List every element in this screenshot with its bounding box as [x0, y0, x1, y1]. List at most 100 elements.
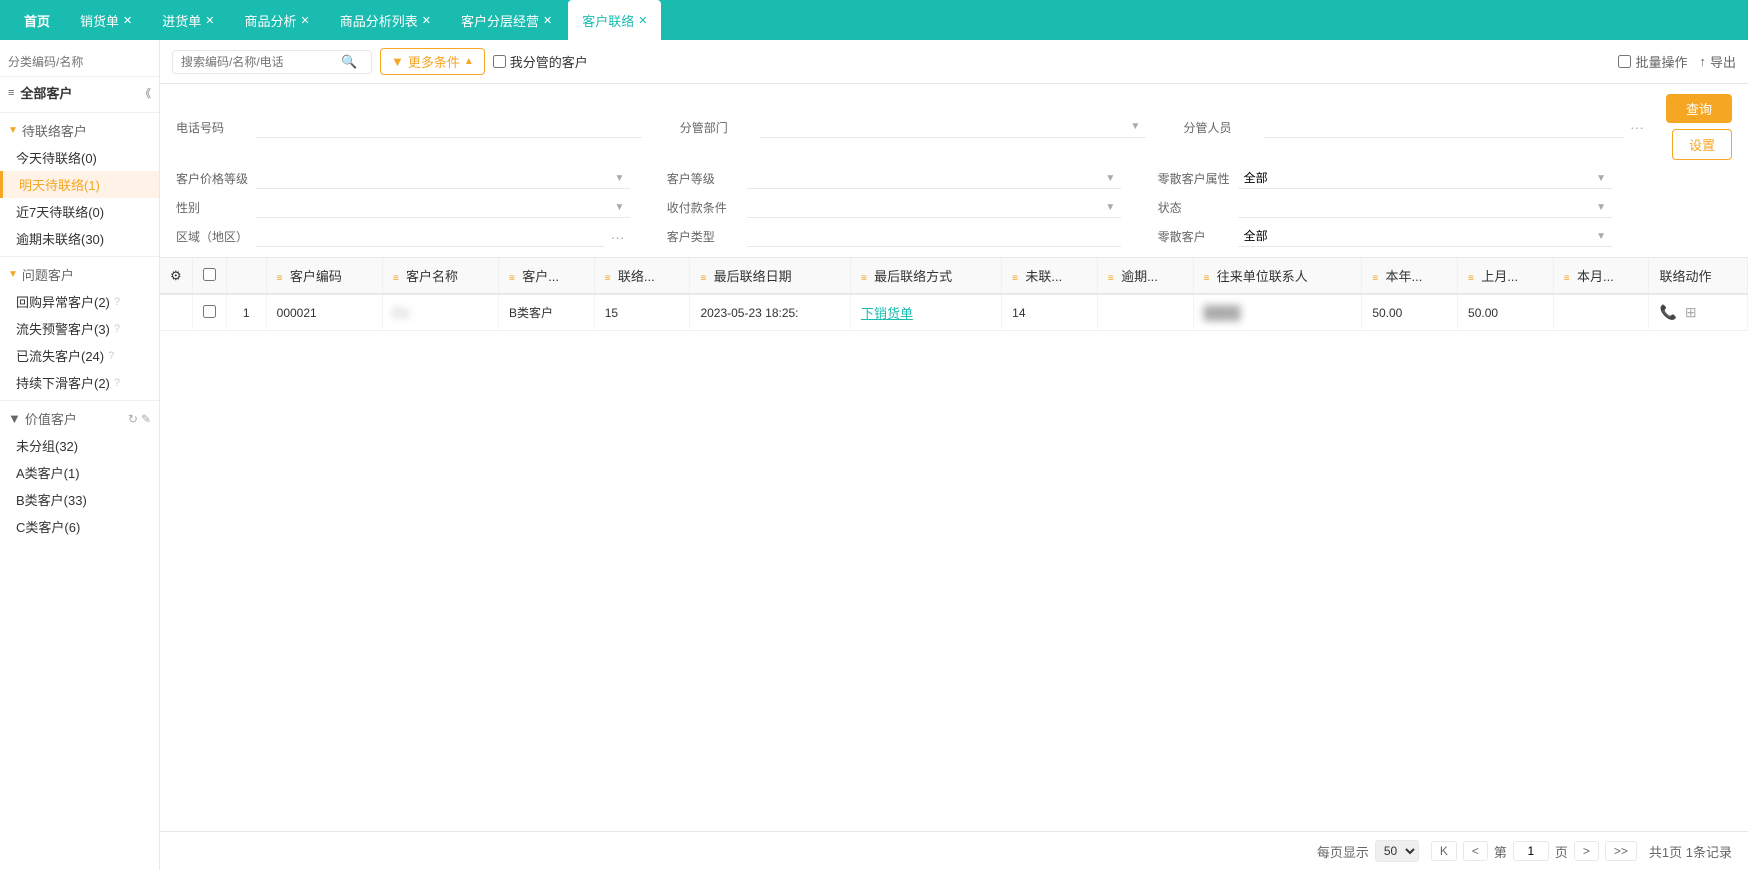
help-icon-2[interactable]: ? — [114, 323, 120, 335]
sidebar-item-churned[interactable]: 已流失客户(24) ? — [0, 342, 159, 369]
row-select-checkbox[interactable] — [203, 305, 216, 318]
filter-phone-input[interactable] — [256, 117, 642, 138]
next-page-btn[interactable]: > — [1574, 841, 1599, 861]
batch-op-btn[interactable]: 批量操作 — [1618, 52, 1687, 71]
page-number-input[interactable] — [1513, 841, 1549, 861]
filter-payment-select[interactable] — [747, 197, 1121, 217]
sidebar-collapse-arrow[interactable]: 《 — [140, 85, 151, 101]
td-row-overdue — [1097, 294, 1193, 331]
sidebar-item-tomorrow[interactable]: 明天待联络(1) — [0, 171, 159, 198]
sidebar-item-7days[interactable]: 近7天待联络(0) — [0, 198, 159, 225]
nav-purchase[interactable]: 进货单 ✕ — [148, 0, 228, 40]
filter-gender-select[interactable] — [256, 197, 630, 217]
filter-price-level-select[interactable] — [256, 168, 630, 188]
sort-this-year-icon: ≡ — [1372, 273, 1378, 284]
th-this-month[interactable]: ≡ 本月... — [1553, 258, 1649, 294]
problem-group-label: ▼ 问题客户 — [0, 261, 159, 288]
th-last-month[interactable]: ≡ 上月... — [1458, 258, 1554, 294]
td-row-uncontacted: 14 — [1002, 294, 1098, 331]
filter-up-icon: ▲ — [464, 56, 474, 67]
page-suffix: 页 — [1555, 842, 1568, 861]
divider-1 — [0, 112, 159, 113]
th-name[interactable]: ≡ 客户名称 — [382, 258, 498, 294]
filter-dept-select-wrap: ▼ — [760, 117, 1146, 138]
search-icon[interactable]: 🔍 — [341, 54, 357, 70]
refresh-icon[interactable]: ↻ — [128, 412, 138, 426]
my-customers-checkbox-label[interactable]: 我分管的客户 — [493, 52, 588, 71]
sidebar-item-today[interactable]: 今天待联络(0) — [0, 144, 159, 171]
filter-person: 分管人员 ··· — [1184, 117, 1650, 138]
help-icon-1[interactable]: ? — [114, 296, 120, 308]
help-icon-4[interactable]: ? — [114, 377, 120, 389]
filter-retail-customer-label: 零散客户 — [1158, 228, 1238, 245]
nav-sales[interactable]: 销货单 ✕ — [66, 0, 146, 40]
prev-page-btn[interactable]: < — [1463, 841, 1488, 861]
sidebar-item-overdue[interactable]: 逾期未联络(30) — [0, 225, 159, 252]
filter-status-select[interactable] — [1238, 197, 1612, 217]
sidebar-item-ungrouped[interactable]: 未分组(32) — [0, 432, 159, 459]
last-page-btn[interactable]: >> — [1605, 841, 1637, 861]
filter-person-more-icon[interactable]: ··· — [1624, 119, 1650, 135]
pagination: K < 第 页 > >> — [1431, 841, 1637, 861]
sidebar-item-class-a[interactable]: A类客户(1) — [0, 459, 159, 486]
filter-person-input[interactable] — [1264, 117, 1624, 138]
select-all-checkbox[interactable] — [203, 268, 216, 281]
sidebar-item-churn-warning[interactable]: 流失预警客户(3) ? — [0, 315, 159, 342]
nav-sales-close[interactable]: ✕ — [123, 14, 132, 27]
filter-retail-customer-select[interactable]: 全部 — [1238, 226, 1612, 246]
nav-customer-tier[interactable]: 客户分层经营 ✕ — [447, 0, 566, 40]
filter-region-input[interactable] — [256, 226, 604, 247]
th-overdue[interactable]: ≡ 逾期... — [1097, 258, 1193, 294]
all-customers-section[interactable]: ≡ 全部客户 《 — [0, 77, 159, 108]
help-icon-3[interactable]: ? — [108, 350, 114, 362]
filter-row-3: 性别 ▼ 收付款条件 ▼ 状态 — [176, 197, 1732, 218]
nav-goods-list[interactable]: 商品分析列表 ✕ — [326, 0, 445, 40]
edit-icon[interactable]: ✎ — [141, 412, 151, 426]
nav-goods-analysis-close[interactable]: ✕ — [301, 14, 310, 27]
data-table-container: ⚙ ≡ 客户编码 ≡ 客户名称 — [160, 258, 1748, 831]
reset-button[interactable]: 设置 — [1672, 129, 1732, 160]
nav-customer-contact-close[interactable]: ✕ — [638, 14, 647, 27]
nav-customer-tier-close[interactable]: ✕ — [543, 14, 552, 27]
filter-dept-select[interactable] — [760, 117, 1146, 137]
sidebar-search-input[interactable] — [8, 55, 160, 69]
filter-phone: 电话号码 — [176, 117, 642, 138]
th-contact-count[interactable]: ≡ 联络... — [594, 258, 690, 294]
sidebar-item-abnormal[interactable]: 回购异常客户(2) ? — [0, 288, 159, 315]
phone-action-icon[interactable]: 📞 — [1659, 304, 1676, 321]
nav-goods-list-close[interactable]: ✕ — [422, 14, 431, 27]
sidebar-item-declining[interactable]: 持续下滑客户(2) ? — [0, 369, 159, 396]
th-this-year[interactable]: ≡ 本年... — [1362, 258, 1458, 294]
batch-checkbox[interactable] — [1618, 55, 1631, 68]
export-btn[interactable]: ↑ 导出 — [1699, 52, 1736, 71]
filter-region-more-icon[interactable]: ··· — [604, 229, 630, 245]
td-row-index: 1 — [226, 294, 266, 331]
th-type[interactable]: ≡ 客户... — [499, 258, 595, 294]
filter-more-btn[interactable]: ▼ 更多条件 ▲ — [380, 48, 485, 75]
query-button[interactable]: 查询 — [1666, 94, 1732, 123]
sort-code-icon: ≡ — [277, 273, 283, 284]
sidebar-item-class-b[interactable]: B类客户(33) — [0, 486, 159, 513]
nav-purchase-close[interactable]: ✕ — [205, 14, 214, 27]
per-page-select[interactable]: 50 — [1375, 840, 1419, 862]
nav-goods-analysis[interactable]: 商品分析 ✕ — [230, 0, 323, 40]
th-company-contact[interactable]: ≡ 往来单位联系人 — [1193, 258, 1362, 294]
filter-customer-type-input[interactable] — [747, 226, 1121, 247]
gear-icon[interactable]: ⚙ — [170, 268, 182, 283]
th-last-contact-date[interactable]: ≡ 最后联络日期 — [690, 258, 851, 294]
filter-retail-attr-select[interactable]: 全部 — [1238, 168, 1612, 188]
first-page-btn[interactable]: K — [1431, 841, 1457, 861]
th-code[interactable]: ≡ 客户编码 — [266, 258, 382, 294]
sidebar-item-class-c[interactable]: C类客户(6) — [0, 513, 159, 540]
filter-customer-level-select[interactable] — [747, 168, 1121, 188]
my-customers-checkbox[interactable] — [493, 55, 506, 68]
nav-customer-contact[interactable]: 客户联络 ✕ — [568, 0, 661, 40]
filter-customer-level-wrap: ▼ — [747, 168, 1121, 189]
last-contact-method-link[interactable]: 下销货单 — [861, 306, 913, 321]
th-uncontacted[interactable]: ≡ 未联... — [1002, 258, 1098, 294]
nav-home[interactable]: 首页 — [10, 0, 64, 40]
th-last-contact-method[interactable]: ≡ 最后联络方式 — [850, 258, 1001, 294]
sort-uncontacted-icon: ≡ — [1012, 273, 1018, 284]
search-input[interactable] — [181, 55, 341, 69]
qr-action-icon[interactable]: ⊞ — [1685, 304, 1697, 321]
